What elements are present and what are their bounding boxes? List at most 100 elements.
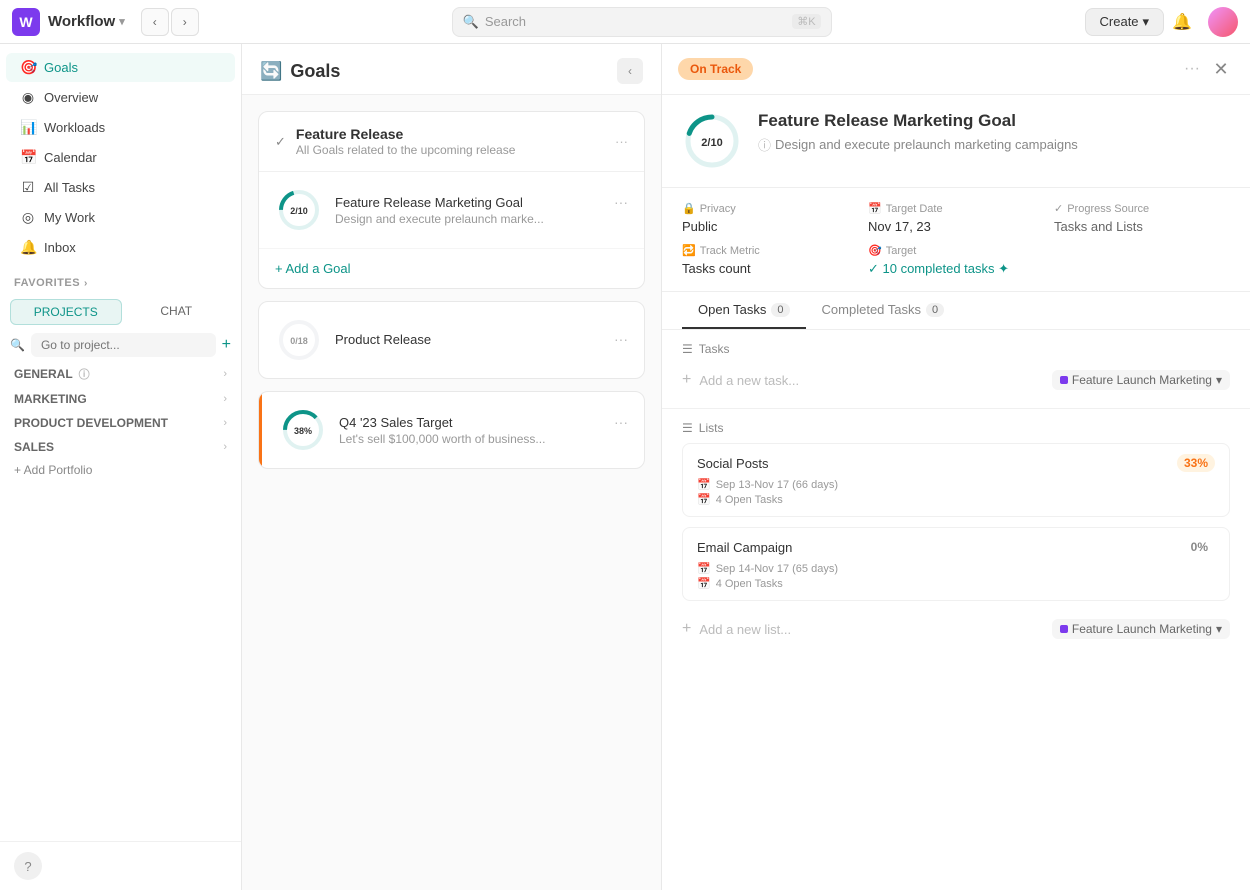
sidebar-item-calendar[interactable]: 📅Calendar — [6, 143, 235, 172]
search-bar[interactable]: 🔍 Search ⌘K — [452, 7, 832, 37]
goal-main-info: Feature Release Marketing Goal ⓘ Design … — [758, 111, 1230, 154]
all-tasks-icon: ☑ — [20, 179, 36, 196]
help-button[interactable]: ? — [14, 852, 42, 880]
info-icon: ⓘ — [79, 366, 90, 382]
lists-section: ☰ Lists Social Posts 33% 📅 Sep 13-Nov 17… — [662, 409, 1250, 659]
title-chevron-icon: ▾ — [119, 15, 125, 28]
meta-privacy: 🔒 Privacy Public — [682, 202, 858, 234]
center-content: ✓ Feature Release All Goals related to t… — [242, 95, 661, 890]
close-button[interactable]: ✕ — [1208, 56, 1234, 82]
center-panel: 🔄 Goals ‹ ✓ Feature Release All Goals re… — [242, 44, 662, 890]
overview-icon: ◉ — [20, 89, 36, 106]
tasks-section: ☰ Tasks + Add a new task... Feature Laun… — [662, 330, 1250, 409]
collapse-panel-button[interactable]: ‹ — [617, 58, 643, 84]
meta-target-date: 📅 Target Date Nov 17, 23 — [868, 202, 1044, 234]
sidebar-item-all-tasks[interactable]: ☑All Tasks — [6, 173, 235, 202]
sidebar-item-inbox[interactable]: 🔔Inbox — [6, 233, 235, 262]
add-list-input[interactable]: Add a new list... — [699, 622, 1044, 637]
add-task-input[interactable]: Add a new task... — [699, 373, 1044, 388]
add-task-row[interactable]: + Add a new task... Feature Launch Marke… — [682, 364, 1230, 396]
app-logo: W — [12, 8, 40, 36]
more-options-icon[interactable]: ··· — [614, 331, 628, 347]
forward-button[interactable]: › — [171, 8, 199, 36]
sidebar-item-workloads[interactable]: 📊Workloads — [6, 113, 235, 142]
status-bar — [259, 392, 262, 468]
sidebar-item-my-work[interactable]: ◎My Work — [6, 203, 235, 232]
chevron-down-icon: ▾ — [1216, 622, 1222, 636]
calendar-icon: 📅 — [697, 562, 711, 575]
goal-group-product-release: 0/18 Product Release ··· — [258, 301, 645, 379]
center-header: 🔄 Goals ‹ — [242, 44, 661, 95]
goal-header: 2/10 Feature Release Marketing Goal ⓘ De… — [662, 95, 1250, 188]
main-layout: 🎯Goals◉Overview📊Workloads📅Calendar☑All T… — [0, 44, 1250, 890]
sidebar: 🎯Goals◉Overview📊Workloads📅Calendar☑All T… — [0, 44, 242, 890]
chevron-down-icon: ▾ — [1143, 14, 1150, 30]
goal-item-product-release[interactable]: 0/18 Product Release ··· — [259, 302, 644, 378]
toggle-icon: ✓ — [275, 134, 286, 150]
add-portfolio-button[interactable]: + Add Portfolio — [0, 459, 241, 481]
add-project-button[interactable]: + — [222, 336, 231, 354]
avatar — [1208, 7, 1238, 37]
search-shortcut: ⌘K — [792, 14, 820, 29]
status-badge: On Track — [678, 58, 753, 80]
calendar-icon: 📅 — [697, 493, 711, 506]
tab-projects[interactable]: PROJECTS — [10, 299, 122, 325]
tasks-tabs: Open Tasks0Completed Tasks0 — [662, 292, 1250, 330]
add-goal-button[interactable]: + Add a Goal — [259, 249, 644, 288]
add-list-row[interactable]: + Add a new list... Feature Launch Marke… — [682, 611, 1230, 647]
project-search-input[interactable] — [31, 333, 216, 357]
tasks-icon: ☰ — [682, 342, 693, 356]
plus-icon: + — [682, 620, 691, 638]
progress-ring: 2/10 — [275, 186, 323, 234]
more-options-icon[interactable]: ··· — [614, 194, 628, 210]
sidebar-item-overview[interactable]: ◉Overview — [6, 83, 235, 112]
more-options-button[interactable]: ··· — [1184, 60, 1200, 78]
back-button[interactable]: ‹ — [141, 8, 169, 36]
sidebar-item-product-development[interactable]: PRODUCT DEVELOPMENT › — [0, 411, 241, 435]
sidebar-item-goals[interactable]: 🎯Goals — [6, 53, 235, 82]
tab-open-tasks[interactable]: Open Tasks0 — [682, 292, 806, 329]
chevron-right-icon: › — [223, 441, 227, 453]
chevron-right-icon: › — [223, 417, 227, 429]
search-placeholder: Search — [485, 14, 526, 29]
list-item-email-campaign[interactable]: Email Campaign 0% 📅 Sep 14-Nov 17 (65 da… — [682, 527, 1230, 601]
chevron-right-icon: › — [223, 368, 227, 380]
list-item-social-posts[interactable]: Social Posts 33% 📅 Sep 13-Nov 17 (66 day… — [682, 443, 1230, 517]
goal-group-header[interactable]: ✓ Feature Release All Goals related to t… — [259, 112, 644, 172]
workloads-icon: 📊 — [20, 119, 36, 136]
target-icon: 🎯 — [868, 244, 882, 257]
goal-item-frm-goal[interactable]: 2/10 Feature Release Marketing Goal ··· … — [259, 172, 644, 249]
bell-icon[interactable]: 🔔 — [1172, 12, 1192, 32]
progress-ring: 0/18 — [275, 316, 323, 364]
info-icon: ⓘ — [758, 135, 771, 154]
tag-dot — [1060, 376, 1068, 384]
calendar-icon: 📅 — [697, 577, 711, 590]
tab-chat[interactable]: CHAT — [122, 299, 232, 325]
favorites-section: FAVORITES › — [0, 271, 241, 291]
search-icon: 🔍 — [10, 338, 25, 352]
calendar-icon: 📅 — [20, 149, 36, 166]
svg-text:38%: 38% — [294, 426, 312, 436]
chevron-right-icon: › — [223, 393, 227, 405]
meta-progress-source: ✓ Progress Source Tasks and Lists — [1054, 202, 1230, 234]
sidebar-item-marketing[interactable]: MARKETING › — [0, 387, 241, 411]
goal-item-q4-sales[interactable]: 38% Q4 '23 Sales Target ··· Let's sell $… — [259, 392, 644, 468]
favorites-arrow-icon: › — [84, 278, 88, 289]
goals-icon: 🎯 — [20, 59, 36, 76]
right-panel: On Track ··· ✕ 2/10 Feature Release Mark… — [662, 44, 1250, 890]
sidebar-footer: ? — [0, 841, 241, 890]
sidebar-item-general[interactable]: GENERAL ⓘ › — [0, 361, 241, 387]
goal-meta: 🔒 Privacy Public 📅 Target Date Nov 17, 2… — [662, 188, 1250, 292]
project-search-row: 🔍 + — [0, 329, 241, 361]
more-options-icon[interactable]: ··· — [614, 414, 628, 430]
sidebar-item-sales[interactable]: SALES › — [0, 435, 241, 459]
more-options-icon[interactable]: ··· — [615, 134, 628, 149]
meta-track-metric: 🔁 Track Metric Tasks count — [682, 244, 858, 277]
task-list-tag[interactable]: Feature Launch Marketing ▾ — [1052, 370, 1230, 390]
tab-completed-tasks[interactable]: Completed Tasks0 — [806, 292, 961, 329]
create-button[interactable]: Create ▾ — [1085, 8, 1165, 36]
svg-text:2/10: 2/10 — [290, 206, 308, 216]
list-tag[interactable]: Feature Launch Marketing ▾ — [1052, 619, 1230, 639]
meta-target: 🎯 Target ✓ 10 completed tasks ✦ — [868, 244, 1044, 277]
plus-icon: + — [682, 371, 691, 389]
